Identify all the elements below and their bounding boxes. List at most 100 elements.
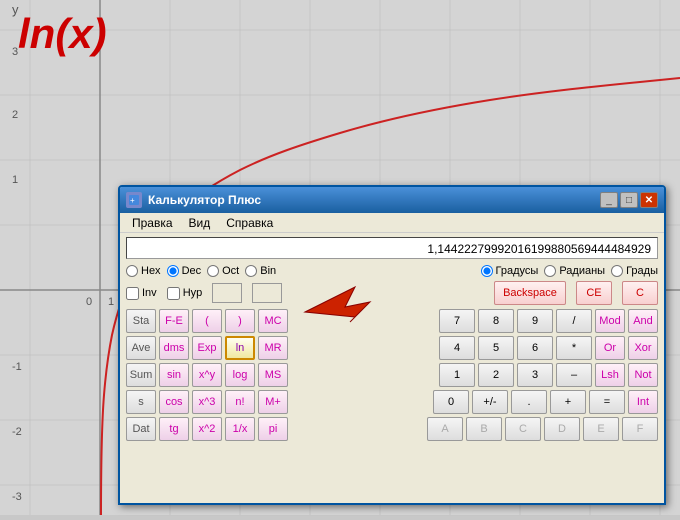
menu-vid[interactable]: Вид: [181, 216, 219, 230]
close-button[interactable]: ✕: [640, 192, 658, 208]
dec-radio[interactable]: [167, 265, 179, 277]
ave-button[interactable]: Ave: [126, 336, 156, 360]
exp-button[interactable]: Exp: [192, 336, 222, 360]
hyp-check-group[interactable]: Hyp: [167, 287, 203, 300]
button-row-1: Sta F-E ( ) MC 7 8 9 / Mod And: [126, 309, 658, 333]
hyp-checkbox[interactable]: [167, 287, 180, 300]
not-button[interactable]: Not: [628, 363, 658, 387]
hex-radio-group[interactable]: Hex: [126, 265, 161, 277]
num7-button[interactable]: 7: [439, 309, 475, 333]
int-button[interactable]: Int: [628, 390, 658, 414]
x2-button[interactable]: x^2: [192, 417, 222, 441]
factorial-button[interactable]: n!: [225, 390, 255, 414]
menu-spravka[interactable]: Справка: [218, 216, 281, 230]
sta-button[interactable]: Sta: [126, 309, 156, 333]
svg-text:1: 1: [108, 296, 114, 308]
xy-button[interactable]: x^y: [192, 363, 222, 387]
x3-button[interactable]: x^3: [192, 390, 222, 414]
window-title: Калькулятор Плюс: [148, 193, 598, 207]
bin-radio-group[interactable]: Bin: [245, 265, 276, 277]
radians-radio-group[interactable]: Радианы: [544, 265, 605, 277]
close-paren-button[interactable]: ): [225, 309, 255, 333]
graph-label: ln(x): [18, 10, 107, 58]
hexb-button[interactable]: B: [466, 417, 502, 441]
checkbox-row: Inv Hyp Backspace CE C: [120, 279, 664, 307]
maximize-button[interactable]: □: [620, 192, 638, 208]
dec-radio-group[interactable]: Dec: [167, 265, 202, 277]
bin-radio[interactable]: [245, 265, 257, 277]
ln-button[interactable]: ln: [225, 336, 255, 360]
xor-button[interactable]: Xor: [628, 336, 658, 360]
dec-label: Dec: [182, 265, 202, 277]
small-box-1: [212, 283, 242, 303]
oct-radio-group[interactable]: Oct: [207, 265, 239, 277]
svg-text:1: 1: [12, 174, 18, 186]
ms-button[interactable]: MS: [258, 363, 288, 387]
mplus-button[interactable]: M+: [258, 390, 288, 414]
dat-button[interactable]: Dat: [126, 417, 156, 441]
num4-button[interactable]: 4: [439, 336, 475, 360]
inv-checkbox[interactable]: [126, 287, 139, 300]
hexf-button[interactable]: F: [622, 417, 658, 441]
num8-button[interactable]: 8: [478, 309, 514, 333]
tg-button[interactable]: tg: [159, 417, 189, 441]
equals-button[interactable]: =: [589, 390, 625, 414]
log-button[interactable]: log: [225, 363, 255, 387]
minus-button[interactable]: –: [556, 363, 592, 387]
hexd-button[interactable]: D: [544, 417, 580, 441]
sin-button[interactable]: sin: [159, 363, 189, 387]
svg-text:-1: -1: [12, 361, 22, 373]
mod-button[interactable]: Mod: [595, 309, 625, 333]
dot-button[interactable]: .: [511, 390, 547, 414]
fe-button[interactable]: F-E: [159, 309, 189, 333]
num0-button[interactable]: 0: [433, 390, 469, 414]
grady-radio[interactable]: [611, 265, 623, 277]
num5-button[interactable]: 5: [478, 336, 514, 360]
sum-button[interactable]: Sum: [126, 363, 156, 387]
mr-button[interactable]: MR: [258, 336, 288, 360]
num1-button[interactable]: 1: [439, 363, 475, 387]
plus-button[interactable]: +: [550, 390, 586, 414]
degrees-radio-group[interactable]: Градусы: [481, 265, 539, 277]
degrees-radio[interactable]: [481, 265, 493, 277]
reciprocal-button[interactable]: 1/x: [225, 417, 255, 441]
hex-radio[interactable]: [126, 265, 138, 277]
menu-pravka[interactable]: Правка: [124, 216, 181, 230]
grady-radio-group[interactable]: Грады: [611, 265, 658, 277]
cos-button[interactable]: cos: [159, 390, 189, 414]
num9-button[interactable]: 9: [517, 309, 553, 333]
backspace-button[interactable]: Backspace: [494, 281, 566, 305]
button-row-3: Sum sin x^y log MS 1 2 3 – Lsh Not: [126, 363, 658, 387]
dms-button[interactable]: dms: [159, 336, 189, 360]
mc-button[interactable]: MC: [258, 309, 288, 333]
num2-button[interactable]: 2: [478, 363, 514, 387]
minimize-button[interactable]: _: [600, 192, 618, 208]
or-button[interactable]: Or: [595, 336, 625, 360]
open-paren-button[interactable]: (: [192, 309, 222, 333]
hexe-button[interactable]: E: [583, 417, 619, 441]
inv-label: Inv: [142, 287, 157, 299]
radians-radio[interactable]: [544, 265, 556, 277]
bin-label: Bin: [260, 265, 276, 277]
plusminus-button[interactable]: +/-: [472, 390, 508, 414]
svg-text:-3: -3: [12, 491, 22, 503]
small-box-2: [252, 283, 282, 303]
multiply-button[interactable]: *: [556, 336, 592, 360]
app-icon: +: [126, 192, 142, 208]
radians-label: Радианы: [559, 265, 605, 277]
ce-button[interactable]: CE: [576, 281, 612, 305]
hexc-button[interactable]: C: [505, 417, 541, 441]
divide-button[interactable]: /: [556, 309, 592, 333]
pi-button[interactable]: pi: [258, 417, 288, 441]
s-button[interactable]: s: [126, 390, 156, 414]
oct-radio[interactable]: [207, 265, 219, 277]
num6-button[interactable]: 6: [517, 336, 553, 360]
lsh-button[interactable]: Lsh: [595, 363, 625, 387]
button-row-4: s cos x^3 n! M+ 0 +/- . + = Int: [126, 390, 658, 414]
inv-check-group[interactable]: Inv: [126, 287, 157, 300]
title-bar: + Калькулятор Плюс _ □ ✕: [120, 187, 664, 213]
hexa-button[interactable]: A: [427, 417, 463, 441]
and-button[interactable]: And: [628, 309, 658, 333]
c-button[interactable]: C: [622, 281, 658, 305]
num3-button[interactable]: 3: [517, 363, 553, 387]
